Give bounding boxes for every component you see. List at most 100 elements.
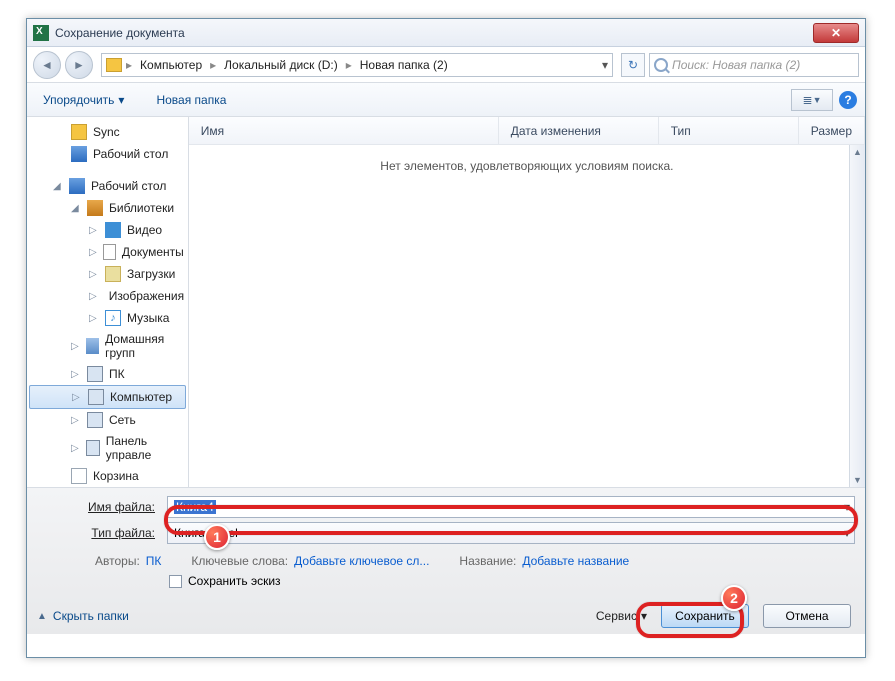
help-button[interactable]: ? bbox=[839, 91, 857, 109]
chevron-down-icon: ▼ bbox=[813, 95, 822, 105]
sidebar-item-desktop-root[interactable]: ◢Рабочий стол bbox=[27, 175, 188, 197]
sidebar-item-controlpanel[interactable]: ▷Панель управле bbox=[27, 431, 188, 465]
sidebar-item-video[interactable]: ▷Видео bbox=[27, 219, 188, 241]
toolbar-spacer bbox=[765, 90, 785, 110]
computer-icon bbox=[88, 389, 104, 405]
forward-button[interactable]: ► bbox=[65, 51, 93, 79]
meta-authors[interactable]: Авторы: ПК bbox=[95, 554, 161, 568]
sidebar-item-libraries[interactable]: ◢Библиотеки bbox=[27, 197, 188, 219]
back-button[interactable]: ◄ bbox=[33, 51, 61, 79]
sidebar-item-downloads[interactable]: ▷Загрузки bbox=[27, 263, 188, 285]
caret-icon[interactable]: ▷ bbox=[89, 291, 97, 302]
toolbar: Упорядочить ▾ Новая папка ≣ ▼ ? bbox=[27, 83, 865, 117]
sidebar-item-music[interactable]: ▷♪Музыка bbox=[27, 307, 188, 329]
chevron-down-icon: ▾ bbox=[641, 609, 647, 623]
desktop-icon bbox=[69, 178, 85, 194]
navbar: ◄ ► ▸ Компьютер ▸ Локальный диск (D:) ▸ … bbox=[27, 47, 865, 83]
thumbnail-label: Сохранить эскиз bbox=[188, 574, 281, 588]
metadata-row: Авторы: ПК Ключевые слова: Добавьте ключ… bbox=[37, 554, 855, 568]
meta-tags[interactable]: Ключевые слова: Добавьте ключевое сл... bbox=[191, 554, 429, 568]
annotation-badge-1: 1 bbox=[204, 524, 230, 550]
control-panel-icon bbox=[86, 440, 100, 456]
caret-icon[interactable]: ▷ bbox=[71, 443, 80, 454]
breadcrumb[interactable]: ▸ Компьютер ▸ Локальный диск (D:) ▸ Нова… bbox=[101, 53, 613, 77]
column-headers[interactable]: Имя Дата изменения Тип Размер bbox=[189, 117, 865, 145]
caret-icon[interactable]: ▷ bbox=[72, 392, 82, 403]
filename-value: Книга4 bbox=[174, 500, 216, 514]
tools-menu[interactable]: Сервис ▾ bbox=[596, 609, 647, 623]
chevron-right-icon: ▸ bbox=[126, 58, 132, 72]
sidebar-item-trash[interactable]: Корзина bbox=[27, 465, 188, 487]
search-icon bbox=[654, 58, 668, 72]
col-name[interactable]: Имя bbox=[189, 117, 499, 144]
excel-icon bbox=[33, 25, 49, 41]
body: Sync Рабочий стол ◢Рабочий стол ◢Библиот… bbox=[27, 117, 865, 487]
search-placeholder: Поиск: Новая папка (2) bbox=[672, 58, 800, 72]
caret-icon[interactable]: ▷ bbox=[71, 369, 81, 380]
scrollbar[interactable] bbox=[849, 145, 865, 487]
empty-message: Нет элементов, удовлетворяющих условиям … bbox=[189, 145, 865, 487]
col-modified[interactable]: Дата изменения bbox=[499, 117, 659, 144]
meta-title[interactable]: Название: Добавьте название bbox=[459, 554, 629, 568]
caret-icon[interactable]: ◢ bbox=[71, 203, 81, 214]
filename-input[interactable]: Книга4 ▾ bbox=[167, 496, 855, 518]
new-folder-button[interactable]: Новая папка bbox=[148, 89, 234, 111]
breadcrumb-dropdown[interactable]: ▾ bbox=[602, 58, 608, 72]
col-type[interactable]: Тип bbox=[659, 117, 799, 144]
crumb-computer[interactable]: Компьютер bbox=[136, 56, 206, 74]
filetype-combo[interactable]: Книга Excel ▾ bbox=[167, 522, 855, 544]
folder-icon bbox=[106, 58, 122, 72]
document-icon bbox=[103, 244, 116, 260]
cancel-button[interactable]: Отмена bbox=[763, 604, 851, 628]
downloads-icon bbox=[105, 266, 121, 282]
sidebar-item-computer[interactable]: ▷Компьютер bbox=[29, 385, 186, 409]
desktop-icon bbox=[71, 146, 87, 162]
caret-icon[interactable]: ▷ bbox=[89, 247, 97, 258]
caret-icon[interactable]: ▷ bbox=[89, 313, 99, 324]
crumb-disk-d[interactable]: Локальный диск (D:) bbox=[220, 56, 342, 74]
sidebar-item-pc[interactable]: ▷ПК bbox=[27, 363, 188, 385]
video-icon bbox=[105, 222, 121, 238]
sidebar-item-sync[interactable]: Sync bbox=[27, 121, 188, 143]
sidebar-item-desktop[interactable]: Рабочий стол bbox=[27, 143, 188, 165]
caret-icon[interactable]: ▷ bbox=[71, 341, 80, 352]
col-size[interactable]: Размер bbox=[799, 117, 865, 144]
thumbnail-checkbox[interactable] bbox=[169, 575, 182, 588]
trash-icon bbox=[71, 468, 87, 484]
crumb-new-folder[interactable]: Новая папка (2) bbox=[356, 56, 452, 74]
form-area: Имя файла: Книга4 ▾ Тип файла: Книга Exc… bbox=[27, 487, 865, 634]
chevron-down-icon[interactable]: ▾ bbox=[844, 526, 850, 540]
caret-icon[interactable]: ▷ bbox=[89, 269, 99, 280]
music-icon: ♪ bbox=[105, 310, 121, 326]
sidebar-item-homegroup[interactable]: ▷Домашняя групп bbox=[27, 329, 188, 363]
file-list: Имя Дата изменения Тип Размер Нет элемен… bbox=[189, 117, 865, 487]
titlebar[interactable]: Сохранение документа ✕ bbox=[27, 19, 865, 47]
chevron-right-icon: ▸ bbox=[210, 58, 216, 72]
sidebar-item-network[interactable]: ▷Сеть bbox=[27, 409, 188, 431]
close-button[interactable]: ✕ bbox=[813, 23, 859, 43]
caret-icon[interactable]: ◢ bbox=[53, 181, 63, 192]
view-options-button[interactable]: ≣ ▼ bbox=[791, 89, 833, 111]
refresh-button[interactable]: ↻ bbox=[621, 53, 645, 77]
pc-icon bbox=[87, 366, 103, 382]
chevron-right-icon: ▸ bbox=[346, 58, 352, 72]
save-dialog: Сохранение документа ✕ ◄ ► ▸ Компьютер ▸… bbox=[26, 18, 866, 658]
network-icon bbox=[87, 412, 103, 428]
chevron-down-icon[interactable]: ▾ bbox=[844, 500, 850, 514]
homegroup-icon bbox=[86, 338, 100, 354]
library-icon bbox=[87, 200, 103, 216]
sidebar[interactable]: Sync Рабочий стол ◢Рабочий стол ◢Библиот… bbox=[27, 117, 189, 487]
chevron-down-icon: ▾ bbox=[118, 93, 124, 107]
hide-folders-button[interactable]: ▲ Скрыть папки bbox=[37, 609, 129, 623]
sidebar-item-pictures[interactable]: ▷Изображения bbox=[27, 285, 188, 307]
caret-icon[interactable]: ▷ bbox=[89, 225, 99, 236]
triangle-up-icon: ▲ bbox=[37, 611, 47, 622]
window-title: Сохранение документа bbox=[55, 26, 185, 40]
search-input[interactable]: Поиск: Новая папка (2) bbox=[649, 53, 859, 77]
caret-icon[interactable]: ▷ bbox=[71, 415, 81, 426]
organize-menu[interactable]: Упорядочить ▾ bbox=[35, 89, 132, 111]
list-icon: ≣ bbox=[803, 93, 811, 107]
annotation-badge-2: 2 bbox=[721, 585, 747, 611]
sidebar-item-documents[interactable]: ▷Документы bbox=[27, 241, 188, 263]
filename-label: Имя файла: bbox=[37, 500, 161, 514]
